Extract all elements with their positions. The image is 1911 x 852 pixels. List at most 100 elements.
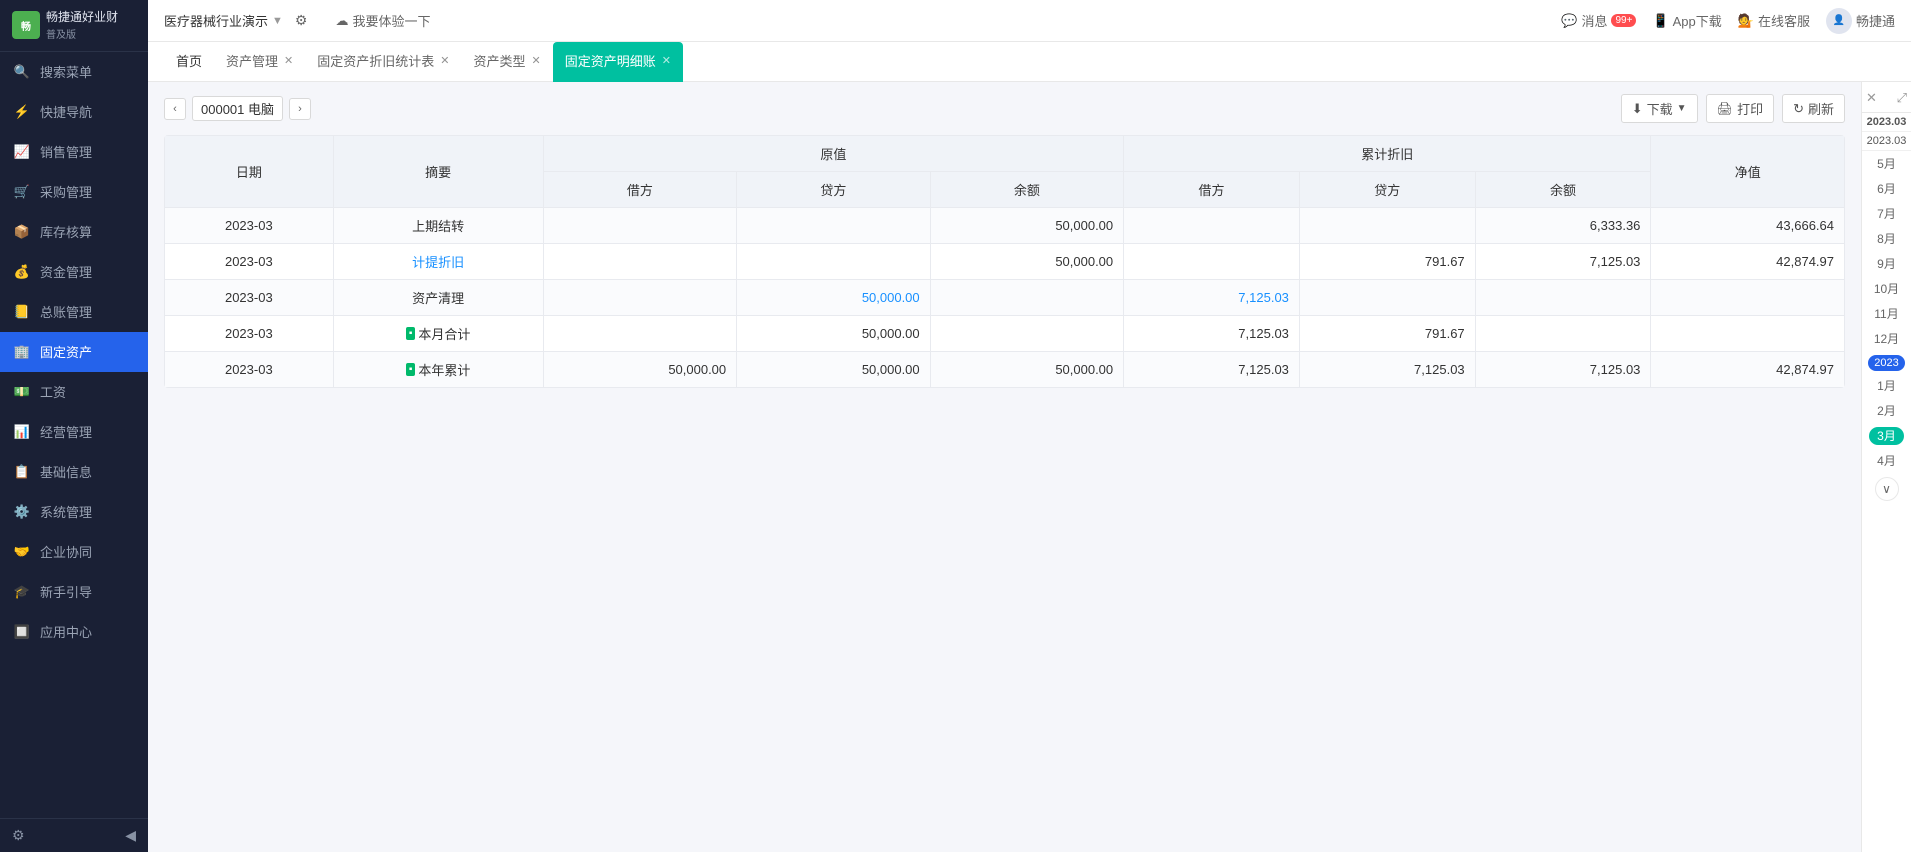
panel-month-5[interactable]: 5月 (1862, 151, 1911, 176)
sidebar-item-label: 固定资产 (40, 342, 92, 361)
sidebar-nav: ⚡ 快捷导航 📈 销售管理 🛒 采购管理 📦 库存核算 💰 资金管理 📒 总账管… (0, 92, 148, 818)
sidebar-item-system[interactable]: ⚙️ 系统管理 (0, 492, 148, 532)
download-btn[interactable]: ⬇ 下载 ▼ (1621, 94, 1698, 123)
prev-arrow[interactable]: ‹ (164, 98, 186, 120)
notification-badge: 99+ (1611, 14, 1636, 27)
table-row: 2023-03▪本年累计50,000.0050,000.0050,000.007… (165, 352, 1845, 388)
sales-icon: 📈 (12, 142, 32, 162)
sidebar-item-quicknav[interactable]: ⚡ 快捷导航 (0, 92, 148, 132)
sidebar-item-funds[interactable]: 💰 资金管理 (0, 252, 148, 292)
notification-label: 消息 (1581, 11, 1607, 30)
table-cell: 7,125.03 (1124, 280, 1300, 316)
settings-icon[interactable]: ⚙ (12, 827, 25, 844)
app-download-btn[interactable]: 📱 App下载 (1652, 11, 1721, 30)
month-total: ▪本月合计 (406, 324, 471, 343)
panel-month-10[interactable]: 10月 (1862, 276, 1911, 301)
tab-depreciation-close[interactable]: ✕ (440, 54, 449, 67)
sidebar-item-collab[interactable]: 🤝 企业协同 (0, 532, 148, 572)
basics-icon: 📋 (12, 462, 32, 482)
panel-month-4[interactable]: 4月 (1862, 448, 1911, 473)
panel-month-3[interactable]: 3月 (1862, 423, 1911, 448)
sidebar-item-label: 快捷导航 (40, 102, 92, 121)
table-cell: 7,125.03 (1124, 352, 1300, 388)
table-cell: 2023-03 (165, 352, 334, 388)
experience-btn[interactable]: ☁ 我要体验一下 (335, 11, 430, 30)
panel-month-2[interactable]: 2月 (1862, 398, 1911, 423)
sidebar-item-guide[interactable]: 🎓 新手引导 (0, 572, 148, 612)
panel-month-1[interactable]: 1月 (1862, 373, 1911, 398)
sidebar-item-apps[interactable]: 🔲 应用中心 (0, 612, 148, 652)
tab-asset-type[interactable]: 资产类型 ✕ (461, 42, 552, 82)
company-selector[interactable]: 医疗器械行业演示 ▼ (164, 11, 283, 30)
data-table: 日期 摘要 原值 累计折旧 净值 借方 贷方 余额 借方 贷方 余额 (164, 135, 1845, 388)
dropdown-icon: ▼ (272, 15, 283, 27)
table-cell: 6,333.36 (1475, 208, 1651, 244)
summary-link[interactable]: 计提折旧 (412, 255, 464, 270)
fixed-icon: 🏢 (12, 342, 32, 362)
tab-asset-type-label: 资产类型 (473, 51, 525, 70)
year-total: ▪本年累计 (406, 360, 471, 379)
sidebar-item-fixed[interactable]: 🏢 固定资产 (0, 332, 148, 372)
sidebar-item-sales[interactable]: 📈 销售管理 (0, 132, 148, 172)
panel-month-11[interactable]: 11月 (1862, 301, 1911, 326)
collapse-icon[interactable]: ◀ (125, 827, 136, 844)
user-btn[interactable]: 👤 畅捷通 (1826, 8, 1895, 34)
download-icon: ⬇ (1632, 101, 1643, 117)
table-cell: 42,874.97 (1651, 244, 1845, 280)
tab-home[interactable]: 首页 (164, 42, 214, 82)
tab-asset-type-close[interactable]: ✕ (532, 54, 541, 67)
tab-detail[interactable]: 固定资产明细账 ✕ (553, 42, 683, 82)
sidebar-item-operations[interactable]: 📊 经营管理 (0, 412, 148, 452)
logo-title: 畅捷通好业财 (46, 10, 118, 26)
sidebar-item-inventory[interactable]: 📦 库存核算 (0, 212, 148, 252)
right-date-panel: ✕ ⤢ 2023.03 2023.03 5月 6月 7月 8月 9月 10月 1… (1861, 82, 1911, 852)
table-cell: 791.67 (1299, 244, 1475, 280)
panel-month-8[interactable]: 8月 (1862, 226, 1911, 251)
data-table-wrapper: 日期 摘要 原值 累计折旧 净值 借方 贷方 余额 借方 贷方 余额 (164, 135, 1845, 388)
next-arrow[interactable]: › (289, 98, 311, 120)
download-icon: 📱 (1652, 13, 1668, 29)
settings-gear-icon[interactable]: ⚙ (295, 12, 308, 29)
tab-assets[interactable]: 资产管理 ✕ (214, 42, 305, 82)
panel-close-icon[interactable]: ✕ (1866, 90, 1877, 106)
print-btn[interactable]: 🖨 打印 (1706, 94, 1775, 123)
download-label: 下载 (1647, 99, 1673, 118)
tab-detail-close[interactable]: ✕ (662, 54, 671, 67)
sidebar-item-search[interactable]: 🔍 搜索菜单 (0, 52, 148, 92)
download-arrow: ▼ (1677, 103, 1687, 114)
user-name: 畅捷通 (1856, 11, 1895, 30)
content-area: ‹ 000001 电脑 › ⬇ 下载 ▼ 🖨 打印 (148, 82, 1911, 852)
toolbar-right: ⬇ 下载 ▼ 🖨 打印 ↻ 刷新 (1621, 94, 1845, 123)
notification-btn[interactable]: 💬 消息 99+ (1561, 11, 1636, 30)
panel-month-7[interactable]: 7月 (1862, 201, 1911, 226)
table-cell: 资产清理 (333, 280, 543, 316)
sidebar-item-ledger[interactable]: 📒 总账管理 (0, 292, 148, 332)
table-cell: 7,125.03 (1124, 316, 1300, 352)
app-download-label: App下载 (1673, 11, 1722, 30)
sidebar-item-label: 资金管理 (40, 262, 92, 281)
panel-month-12[interactable]: 12月 (1862, 326, 1911, 351)
table-cell: 50,000.00 (930, 208, 1124, 244)
panel-month-6[interactable]: 6月 (1862, 176, 1911, 201)
refresh-label: 刷新 (1808, 99, 1834, 118)
table-cell: 2023-03 (165, 208, 334, 244)
table-cell: 50,000.00 (737, 280, 931, 316)
sidebar-item-basics[interactable]: 📋 基础信息 (0, 452, 148, 492)
apps-icon: 🔲 (12, 622, 32, 642)
sidebar-item-label: 系统管理 (40, 502, 92, 521)
panel-nav-down[interactable]: ∨ (1875, 477, 1899, 501)
prev-icon: ‹ (173, 103, 177, 115)
table-cell (543, 280, 737, 316)
panel-expand-icon[interactable]: ⤢ (1897, 90, 1907, 106)
col-net-value: 净值 (1651, 136, 1845, 208)
table-cell (543, 244, 737, 280)
online-service-btn[interactable]: 💁 在线客服 (1738, 11, 1810, 30)
sidebar-item-purchase[interactable]: 🛒 采购管理 (0, 172, 148, 212)
sidebar-item-payroll[interactable]: 💵 工资 (0, 372, 148, 412)
refresh-btn[interactable]: ↻ 刷新 (1782, 94, 1845, 123)
print-label: 打印 (1737, 99, 1763, 118)
tab-assets-close[interactable]: ✕ (284, 54, 293, 67)
panel-month-9[interactable]: 9月 (1862, 251, 1911, 276)
tab-depreciation[interactable]: 固定资产折旧统计表 ✕ (305, 42, 461, 82)
table-cell: 2023-03 (165, 280, 334, 316)
